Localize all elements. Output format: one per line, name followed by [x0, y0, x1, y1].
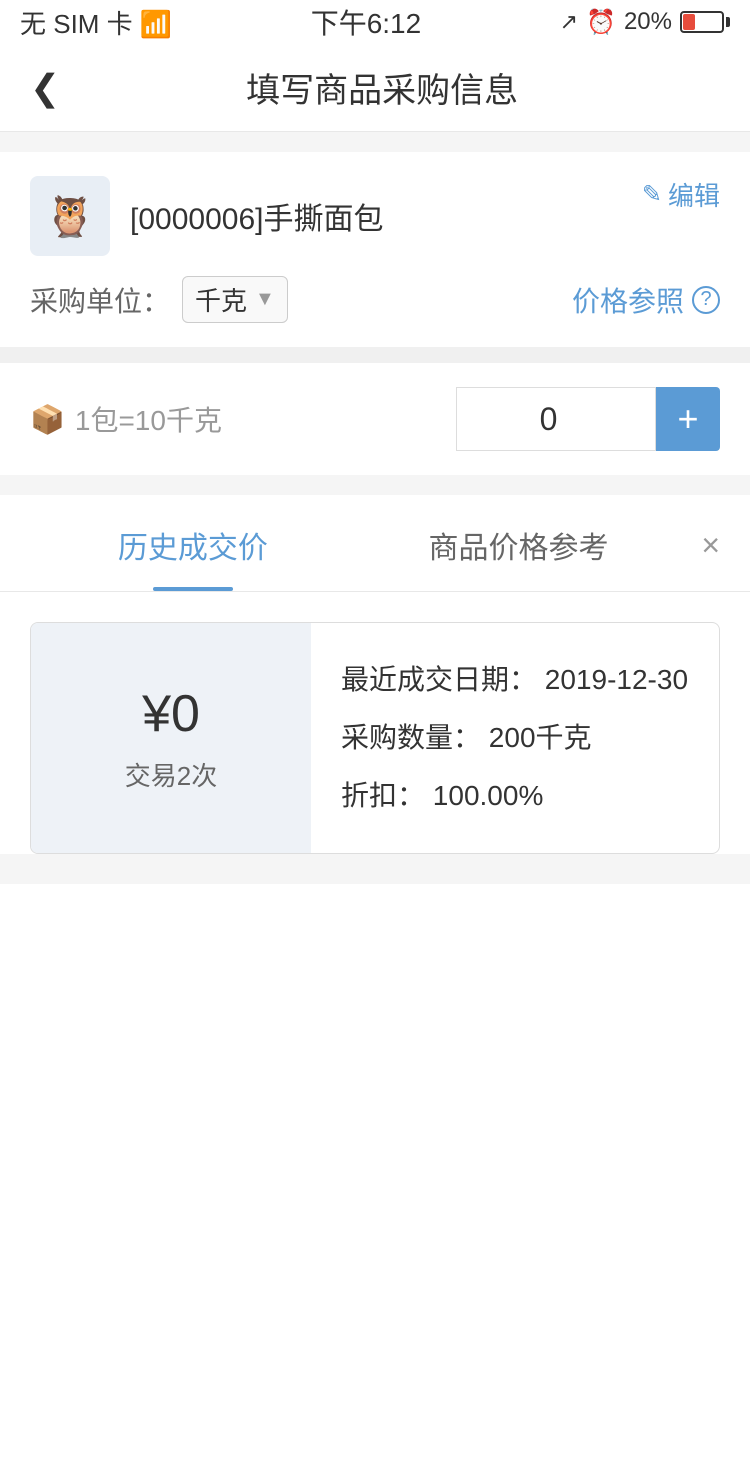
discount-label: 折扣：	[341, 780, 425, 811]
nav-bar: ❮ 填写商品采购信息	[0, 44, 750, 132]
pkg-icon: 📦	[30, 403, 65, 436]
status-right: ↗ ⏰ 20%	[560, 8, 730, 37]
purchase-qty-label: 采购数量：	[341, 722, 481, 753]
quantity-row: 📦 1包=10千克 +	[0, 363, 750, 475]
tab-price-ref[interactable]: 商品价格参考	[356, 495, 682, 591]
unit-arrow-icon: ▼	[255, 288, 275, 311]
trade-count: 交易2次	[125, 756, 217, 793]
product-header: 🦉 [0000006]手撕面包 ✎ 编辑	[30, 176, 720, 256]
product-name: [0000006]手撕面包	[130, 194, 383, 238]
back-button[interactable]: ❮	[30, 67, 80, 109]
edit-icon: ✎	[642, 180, 662, 209]
discount-row: 折扣： 100.00%	[341, 775, 689, 817]
edit-label: 编辑	[668, 176, 720, 213]
unit-value: 千克	[195, 281, 247, 318]
quantity-label: 📦 1包=10千克	[30, 399, 222, 439]
status-signal: 无 SIM 卡 📶	[20, 4, 172, 41]
price-right: 最近成交日期： 2019-12-30 采购数量： 200千克 折扣： 100.0…	[311, 623, 719, 853]
price-amount: ¥0	[142, 684, 200, 744]
tab-history-price[interactable]: 历史成交价	[30, 495, 356, 591]
tabs-header: 历史成交价 商品价格参考 ×	[0, 495, 750, 592]
unit-selector[interactable]: 千克 ▼	[182, 276, 288, 323]
page-title: 填写商品采购信息	[80, 63, 684, 112]
price-left: ¥0 交易2次	[31, 623, 311, 853]
recent-date-label: 最近成交日期：	[341, 664, 537, 695]
recent-date-value: 2019-12-30	[545, 664, 688, 695]
status-time: 下午6:12	[311, 2, 422, 42]
unit-label: 采购单位：	[30, 280, 170, 320]
owl-icon: 🦉	[45, 193, 95, 240]
tabs-panel: 历史成交价 商品价格参考 × ¥0 交易2次 最近成交日期： 2019-12-3…	[0, 495, 750, 854]
section-divider	[0, 347, 750, 363]
pkg-ratio: 1包=10千克	[75, 399, 222, 439]
battery-percent: 20%	[624, 8, 672, 36]
price-card: ¥0 交易2次 最近成交日期： 2019-12-30 采购数量： 200千克 折…	[30, 622, 720, 854]
page-rest	[0, 884, 750, 1484]
product-info-left: 🦉 [0000006]手撕面包	[30, 176, 383, 256]
purchase-qty-value: 200千克	[489, 722, 592, 753]
price-ref-label: 价格参照	[572, 280, 684, 320]
recent-date-row: 最近成交日期： 2019-12-30	[341, 659, 689, 701]
quantity-input-group: +	[456, 387, 720, 451]
price-ref-button[interactable]: 价格参照 ?	[572, 280, 720, 320]
battery-icon	[680, 11, 730, 33]
product-thumbnail: 🦉	[30, 176, 110, 256]
tab-close-button[interactable]: ×	[681, 499, 720, 588]
help-icon: ?	[692, 286, 720, 314]
edit-button[interactable]: ✎ 编辑	[642, 176, 720, 213]
purchase-qty-row: 采购数量： 200千克	[341, 717, 689, 759]
product-card: 🦉 [0000006]手撕面包 ✎ 编辑 采购单位： 千克 ▼ 价格参照 ?	[0, 152, 750, 347]
quantity-input[interactable]	[456, 387, 656, 451]
location-icon: ↗	[560, 9, 578, 35]
unit-row: 采购单位： 千克 ▼ 价格参照 ?	[30, 276, 720, 323]
discount-value: 100.00%	[433, 780, 544, 811]
quantity-plus-button[interactable]: +	[656, 387, 720, 451]
status-bar: 无 SIM 卡 📶 下午6:12 ↗ ⏰ 20%	[0, 0, 750, 44]
alarm-icon: ⏰	[586, 8, 616, 37]
unit-left: 采购单位： 千克 ▼	[30, 276, 288, 323]
